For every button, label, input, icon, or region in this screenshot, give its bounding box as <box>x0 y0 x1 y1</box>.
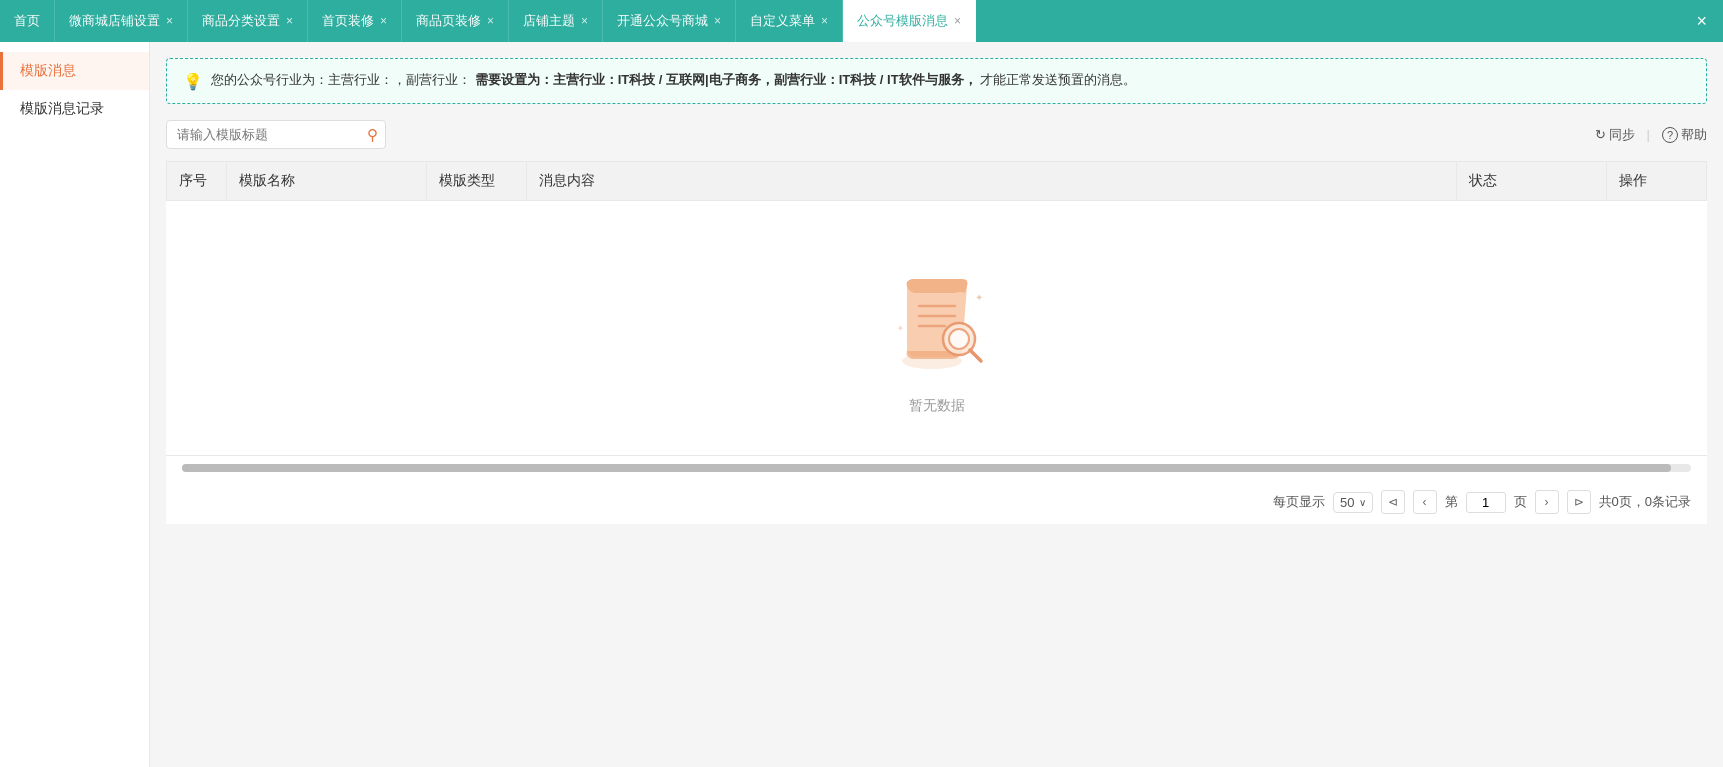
sidebar: 模版消息 模版消息记录 <box>0 42 150 767</box>
page-suffix: 页 <box>1514 493 1527 511</box>
col-content: 消息内容 <box>527 162 1457 201</box>
col-type: 模版类型 <box>427 162 527 201</box>
svg-line-6 <box>970 350 981 361</box>
empty-state: ✦ ✦ 暂无数据 <box>167 201 1707 455</box>
nav-tab-category-label: 商品分类设置 <box>202 12 280 30</box>
page-prefix: 第 <box>1445 493 1458 511</box>
table-header-row: 序号 模版名称 模版类型 消息内容 状态 操作 <box>167 162 1707 201</box>
col-status: 状态 <box>1457 162 1607 201</box>
col-index: 序号 <box>167 162 227 201</box>
sync-label: 同步 <box>1609 126 1635 144</box>
nav-tab-shop-settings[interactable]: 微商城店铺设置 × <box>55 0 188 42</box>
nav-tab-template-msg[interactable]: 公众号模版消息 × <box>843 0 976 42</box>
nav-tab-theme-close[interactable]: × <box>581 14 588 28</box>
svg-text:✦: ✦ <box>975 292 983 303</box>
nav-tab-wechat-mall-close[interactable]: × <box>714 14 721 28</box>
sync-icon: ↻ <box>1595 127 1606 142</box>
nav-tab-home-decor-label: 首页装修 <box>322 12 374 30</box>
sidebar-item-template-msg-log[interactable]: 模版消息记录 <box>0 90 149 128</box>
nav-tab-category[interactable]: 商品分类设置 × <box>188 0 308 42</box>
nav-tab-custom-menu-close[interactable]: × <box>821 14 828 28</box>
nav-tab-home-decor[interactable]: 首页装修 × <box>308 0 402 42</box>
nav-tab-category-close[interactable]: × <box>286 14 293 28</box>
page-size-label: 每页显示 <box>1273 493 1325 511</box>
nav-tab-wechat-mall[interactable]: 开通公众号商城 × <box>603 0 736 42</box>
col-action: 操作 <box>1607 162 1707 201</box>
nav-tab-home-label: 首页 <box>14 12 40 30</box>
nav-tab-wechat-mall-label: 开通公众号商城 <box>617 12 708 30</box>
col-name: 模版名称 <box>227 162 427 201</box>
page-size-value: 50 <box>1340 495 1354 510</box>
notice-text: 您的公众号行业为：主营行业：，副营行业： 需要设置为：主营行业：IT科技 / 互… <box>211 71 1136 89</box>
empty-illustration: ✦ ✦ <box>877 261 997 381</box>
close-all-button[interactable]: × <box>1680 0 1723 42</box>
page-size-chevron: ∨ <box>1359 497 1366 508</box>
last-page-button[interactable]: ⊳ <box>1567 490 1591 514</box>
page-number-input[interactable] <box>1466 492 1506 513</box>
main-layout: 模版消息 模版消息记录 💡 您的公众号行业为：主营行业：，副营行业： 需要设置为… <box>0 42 1723 767</box>
svg-text:✦: ✦ <box>897 324 904 333</box>
nav-tab-custom-menu[interactable]: 自定义菜单 × <box>736 0 843 42</box>
next-page-button[interactable]: › <box>1535 490 1559 514</box>
nav-tab-product-decor[interactable]: 商品页装修 × <box>402 0 509 42</box>
sync-button[interactable]: ↻ 同步 <box>1595 126 1635 144</box>
pagination: 每页显示 50 ∨ ⊲ ‹ 第 页 › ⊳ 共0页，0条记录 <box>166 480 1707 524</box>
nav-tab-shop-settings-close[interactable]: × <box>166 14 173 28</box>
content-area: 💡 您的公众号行业为：主营行业：，副营行业： 需要设置为：主营行业：IT科技 /… <box>150 42 1723 767</box>
first-page-button[interactable]: ⊲ <box>1381 490 1405 514</box>
help-icon: ? <box>1662 127 1678 143</box>
help-button[interactable]: ? 帮助 <box>1662 126 1707 144</box>
scrollbar-area <box>166 455 1707 480</box>
toolbar-right: ↻ 同步 | ? 帮助 <box>1595 126 1707 144</box>
nav-tab-custom-menu-label: 自定义菜单 <box>750 12 815 30</box>
total-text: 共0页，0条记录 <box>1599 493 1691 511</box>
svg-point-5 <box>949 329 969 349</box>
top-nav: 首页 微商城店铺设置 × 商品分类设置 × 首页装修 × 商品页装修 × 店铺主… <box>0 0 1723 42</box>
page-size-select[interactable]: 50 ∨ <box>1333 492 1372 513</box>
nav-tab-template-msg-close[interactable]: × <box>954 14 961 28</box>
nav-tab-home-decor-close[interactable]: × <box>380 14 387 28</box>
nav-tab-shop-settings-label: 微商城店铺设置 <box>69 12 160 30</box>
sidebar-item-template-msg[interactable]: 模版消息 <box>0 52 149 90</box>
search-bar: ⚲ ↻ 同步 | ? 帮助 <box>166 120 1707 149</box>
toolbar-divider: | <box>1647 127 1650 142</box>
nav-tab-template-msg-label: 公众号模版消息 <box>857 12 948 30</box>
data-table: 序号 模版名称 模版类型 消息内容 状态 操作 <box>166 161 1707 455</box>
nav-tab-product-decor-label: 商品页装修 <box>416 12 481 30</box>
scrollbar-thumb[interactable] <box>182 464 1671 472</box>
notice-banner: 💡 您的公众号行业为：主营行业：，副营行业： 需要设置为：主营行业：IT科技 /… <box>166 58 1707 104</box>
search-button[interactable]: ⚲ <box>367 126 378 144</box>
nav-tab-home[interactable]: 首页 <box>0 0 55 42</box>
nav-tab-product-decor-close[interactable]: × <box>487 14 494 28</box>
table-wrapper: 序号 模版名称 模版类型 消息内容 状态 操作 <box>166 161 1707 455</box>
search-input[interactable] <box>166 120 386 149</box>
empty-text: 暂无数据 <box>909 397 965 415</box>
empty-row: ✦ ✦ 暂无数据 <box>167 201 1707 456</box>
notice-highlight: 需要设置为：主营行业：IT科技 / 互联网|电子商务，副营行业：IT科技 / I… <box>475 72 977 87</box>
nav-tab-theme[interactable]: 店铺主题 × <box>509 0 603 42</box>
prev-page-button[interactable]: ‹ <box>1413 490 1437 514</box>
nav-tab-theme-label: 店铺主题 <box>523 12 575 30</box>
help-label: 帮助 <box>1681 126 1707 144</box>
scrollbar-track[interactable] <box>182 464 1691 472</box>
search-input-wrap: ⚲ <box>166 120 386 149</box>
notice-icon: 💡 <box>183 72 203 91</box>
